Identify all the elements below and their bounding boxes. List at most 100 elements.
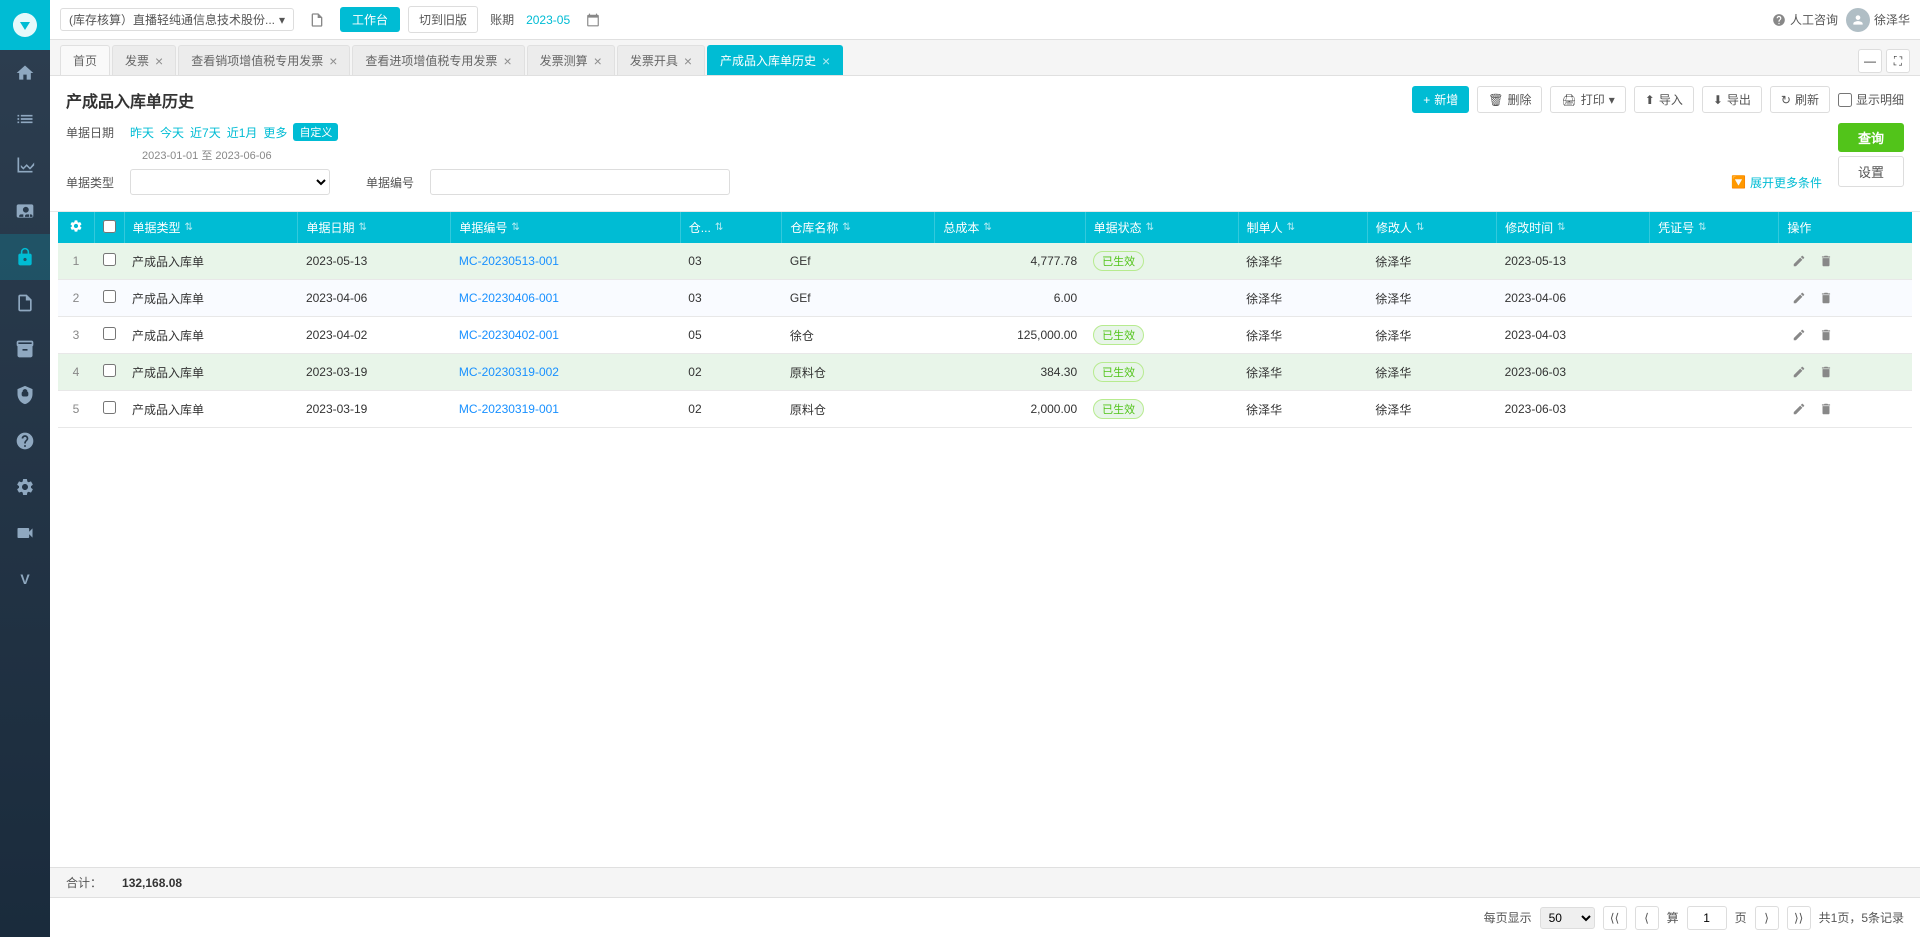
col-checkbox-header[interactable] [94, 212, 124, 243]
shortcut-1month[interactable]: 近1月 [227, 124, 258, 141]
show-detail-label[interactable]: 显示明细 [1838, 91, 1904, 108]
refresh-button[interactable]: ↻ 刷新 [1770, 86, 1830, 113]
import-button[interactable]: ⬆ 导入 [1634, 86, 1694, 113]
doc-number-link-0[interactable]: MC-20230513-001 [459, 254, 559, 268]
cell-checkbox-0[interactable] [94, 243, 124, 280]
export-button[interactable]: ⬇ 导出 [1702, 86, 1762, 113]
delete-button[interactable]: 🗑 删除 [1477, 86, 1542, 113]
tab-invoice[interactable]: 发票 × [112, 45, 176, 75]
edit-btn-2[interactable] [1787, 323, 1811, 347]
shortcut-today[interactable]: 今天 [160, 124, 184, 141]
user-info[interactable]: 徐泽华 [1846, 8, 1910, 32]
col-date-header[interactable]: 单据日期⇅ [298, 212, 451, 243]
app-logo[interactable] [0, 0, 50, 50]
doc-number-link-3[interactable]: MC-20230319-002 [459, 365, 559, 379]
select-all-checkbox[interactable] [103, 220, 116, 233]
tab-home[interactable]: 首页 [60, 45, 110, 75]
sidebar-item-service[interactable] [0, 418, 50, 464]
col-number-header[interactable]: 单据编号⇅ [451, 212, 680, 243]
page-size-select[interactable]: 50 100 200 [1540, 907, 1595, 929]
shortcut-yesterday[interactable]: 昨天 [130, 124, 154, 141]
help-button[interactable]: 人工咨询 [1772, 11, 1838, 28]
col-modtime-header[interactable]: 修改时间⇅ [1497, 212, 1650, 243]
expand-filter-btn[interactable]: 🔽 展开更多条件 [1731, 174, 1822, 191]
page-prev-btn[interactable]: ⟨ [1635, 906, 1659, 930]
calendar-icon-btn[interactable] [578, 7, 608, 33]
sidebar-item-stamp[interactable] [0, 372, 50, 418]
tab-input-vat-close[interactable]: × [503, 54, 511, 68]
tab-issue[interactable]: 发票开具 × [617, 45, 705, 75]
col-modifier-header[interactable]: 修改人⇅ [1367, 212, 1496, 243]
tab-minimize-btn[interactable]: — [1858, 49, 1882, 73]
sidebar-item-lock[interactable] [0, 234, 50, 280]
sidebar-item-settings[interactable] [0, 464, 50, 510]
sidebar-item-video[interactable] [0, 510, 50, 556]
edit-btn-0[interactable] [1787, 249, 1811, 273]
number-filter-input[interactable] [430, 169, 730, 195]
set-button[interactable]: 设置 [1838, 156, 1904, 187]
sidebar-item-home[interactable] [0, 50, 50, 96]
doc-number-link-4[interactable]: MC-20230319-001 [459, 402, 559, 416]
tab-issue-close[interactable]: × [684, 54, 692, 68]
sidebar-item-list[interactable] [0, 96, 50, 142]
cell-number-1[interactable]: MC-20230406-001 [451, 280, 680, 317]
cell-number-3[interactable]: MC-20230319-002 [451, 354, 680, 391]
col-creator-header[interactable]: 制单人⇅ [1238, 212, 1367, 243]
sidebar-item-inventory[interactable] [0, 326, 50, 372]
page-num-input[interactable] [1687, 906, 1727, 930]
col-wname-header[interactable]: 仓库名称⇅ [782, 212, 935, 243]
col-wcode-header[interactable]: 仓...⇅ [680, 212, 782, 243]
new-button[interactable]: + 新增 [1412, 86, 1469, 113]
type-filter-select[interactable] [130, 169, 330, 195]
cell-checkbox-4[interactable] [94, 391, 124, 428]
switch-version-button[interactable]: 切到旧版 [408, 6, 478, 33]
cell-checkbox-3[interactable] [94, 354, 124, 391]
sidebar-item-v[interactable]: V [0, 556, 50, 602]
filter-right-buttons: 查询 设置 [1838, 123, 1904, 187]
page-first-btn[interactable]: ⟨⟨ [1603, 906, 1627, 930]
edit-btn-1[interactable] [1787, 286, 1811, 310]
sidebar-item-tax[interactable] [0, 188, 50, 234]
workbench-button[interactable]: 工作台 [340, 7, 400, 32]
delete-btn-4[interactable] [1814, 397, 1838, 421]
cell-checkbox-1[interactable] [94, 280, 124, 317]
col-cost-header[interactable]: 总成本⇅ [935, 212, 1085, 243]
delete-btn-1[interactable] [1814, 286, 1838, 310]
sidebar-item-chart[interactable] [0, 142, 50, 188]
col-status-header[interactable]: 单据状态⇅ [1085, 212, 1238, 243]
print-button[interactable]: 🖨 打印 ▾ [1550, 86, 1625, 113]
show-detail-checkbox[interactable] [1838, 93, 1852, 107]
tab-invoice-close[interactable]: × [155, 54, 163, 68]
shortcut-7days[interactable]: 近7天 [190, 124, 221, 141]
company-selector[interactable]: (库存核算）直播轻纯通信息技术股份... ▾ [60, 8, 294, 31]
cell-checkbox-2[interactable] [94, 317, 124, 354]
tab-history-close[interactable]: × [822, 54, 830, 68]
col-type-header[interactable]: 单据类型⇅ [124, 212, 298, 243]
tab-calc-close[interactable]: × [594, 54, 602, 68]
doc-icon-btn[interactable] [302, 7, 332, 33]
tab-history[interactable]: 产成品入库单历史 × [707, 45, 843, 75]
delete-btn-3[interactable] [1814, 360, 1838, 384]
tab-sales-vat[interactable]: 查看销项增值税专用发票 × [178, 45, 350, 75]
edit-btn-4[interactable] [1787, 397, 1811, 421]
doc-number-link-1[interactable]: MC-20230406-001 [459, 291, 559, 305]
cell-number-2[interactable]: MC-20230402-001 [451, 317, 680, 354]
page-next-btn[interactable]: ⟩ [1755, 906, 1779, 930]
tab-calc[interactable]: 发票测算 × [527, 45, 615, 75]
col-voucher-header[interactable]: 凭证号⇅ [1650, 212, 1779, 243]
cell-number-0[interactable]: MC-20230513-001 [451, 243, 680, 280]
page-last-btn[interactable]: ⟩⟩ [1787, 906, 1811, 930]
tab-input-vat[interactable]: 查看进项增值税专用发票 × [352, 45, 524, 75]
cell-number-4[interactable]: MC-20230319-001 [451, 391, 680, 428]
edit-btn-3[interactable] [1787, 360, 1811, 384]
delete-btn-2[interactable] [1814, 323, 1838, 347]
doc-number-link-2[interactable]: MC-20230402-001 [459, 328, 559, 342]
custom-tag[interactable]: 自定义 [293, 123, 338, 141]
shortcut-more[interactable]: 更多 [263, 124, 287, 141]
tab-expand-btn[interactable]: ⛶ [1886, 49, 1910, 73]
query-button[interactable]: 查询 [1838, 123, 1904, 152]
sidebar-item-document[interactable] [0, 280, 50, 326]
tab-sales-vat-close[interactable]: × [329, 54, 337, 68]
col-settings[interactable] [58, 212, 94, 243]
delete-btn-0[interactable] [1814, 249, 1838, 273]
